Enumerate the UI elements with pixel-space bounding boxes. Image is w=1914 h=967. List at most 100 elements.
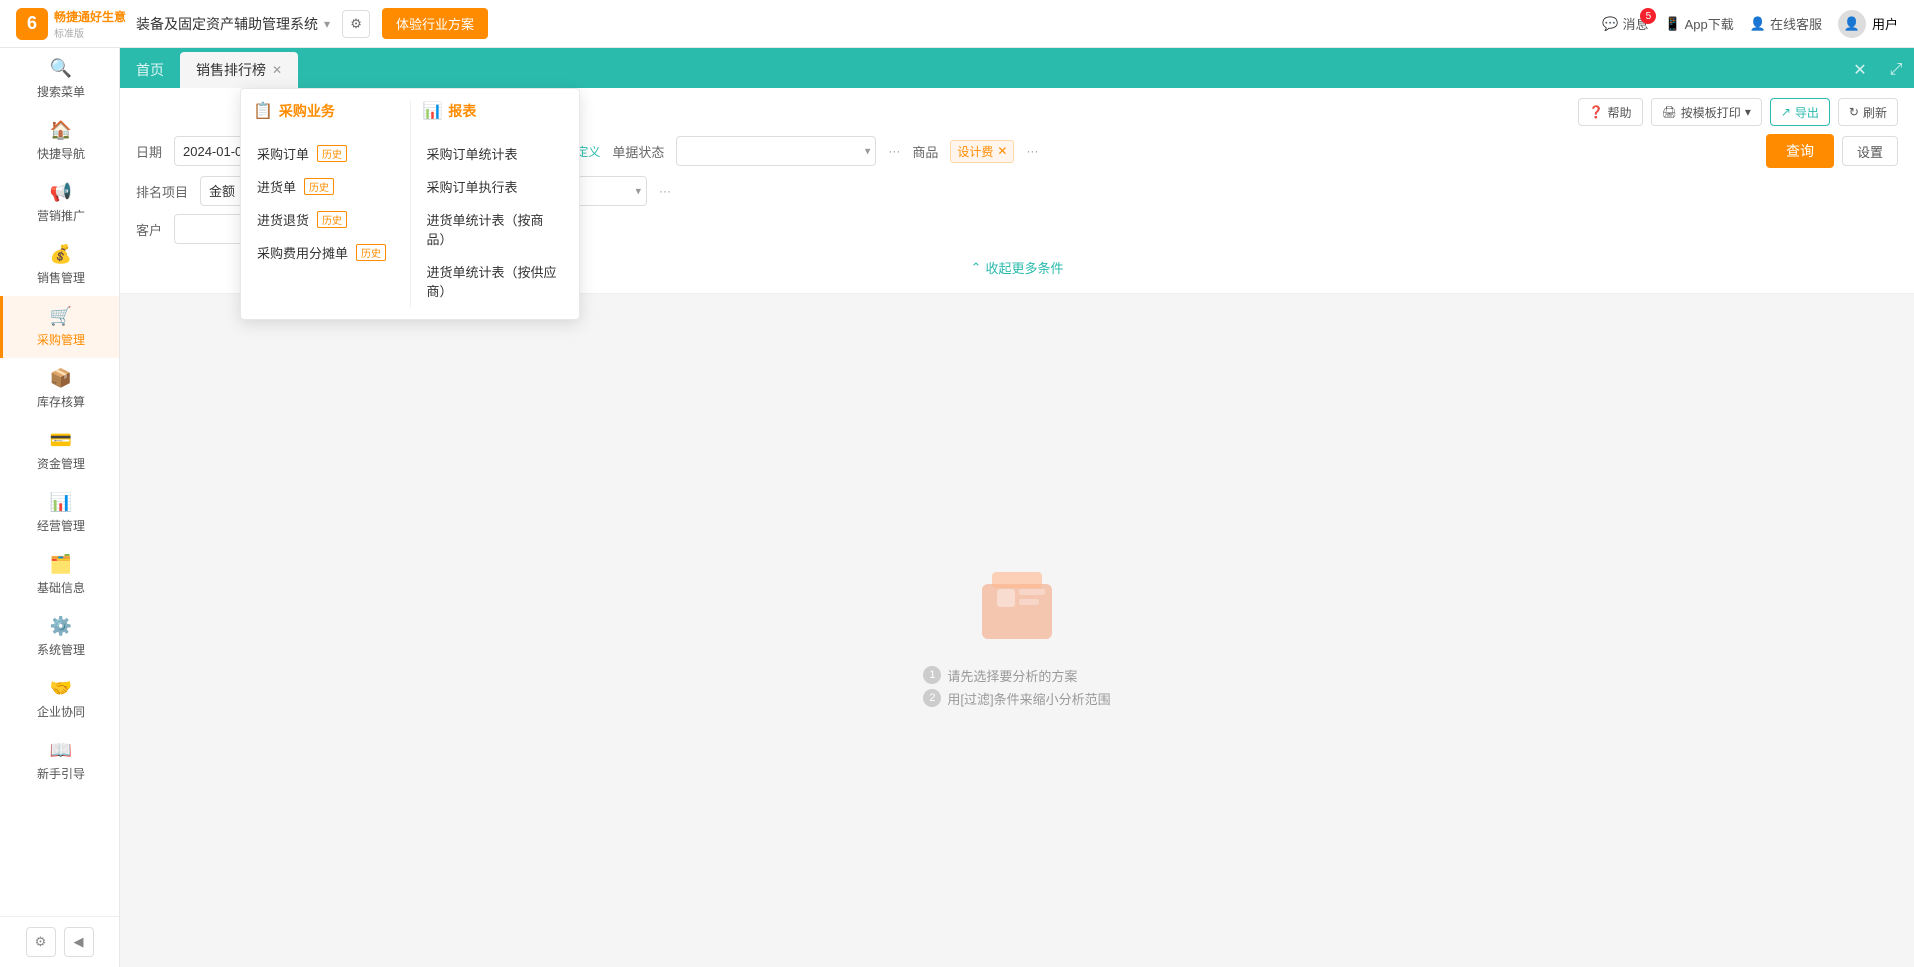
dropdown-report-col: 📊 报表 采购订单统计表 采购订单执行表 进货单统计表（按商品） 进货单统计表（… <box>410 101 580 307</box>
sidebar-item-stock[interactable]: 📦 库存核算 <box>0 358 119 420</box>
phone-icon: 📱 <box>1664 16 1680 32</box>
logo-area: 6 畅捷通好生意 标准版 <box>16 8 136 40</box>
hint-num-2: 2 <box>923 689 941 707</box>
promo-icon: 📢 <box>50 182 72 203</box>
sidebar-item-purchase[interactable]: 🛒 采购管理 <box>0 296 119 358</box>
rank-label: 排名项目 <box>136 182 188 201</box>
sidebar-item-promo[interactable]: 📢 营销推广 <box>0 172 119 234</box>
customer-label: 客户 <box>136 220 162 239</box>
collapse-sidebar-btn[interactable]: ◀ <box>64 927 94 957</box>
doc-status-select[interactable] <box>676 136 876 166</box>
message-badge: 5 <box>1640 8 1656 24</box>
guide-icon: 📖 <box>50 740 72 761</box>
menu-item-receipt-by-goods[interactable]: 进货单统计表（按商品） <box>423 203 568 255</box>
menu-item-order-stats[interactable]: 采购订单统计表 <box>423 137 568 170</box>
dropdown-overlay: 📋 采购业务 采购订单 历史 进货单 历史 进货退货 历史 <box>240 88 580 320</box>
empty-area: 1 请先选择要分析的方案 2 用[过滤]条件来缩小分析范围 <box>120 294 1914 967</box>
message-icon: 💬 <box>1602 16 1618 32</box>
set-button[interactable]: 设置 <box>1842 136 1898 166</box>
sidebar-item-nav[interactable]: 🏠 快捷导航 <box>0 110 119 172</box>
hint-item-2: 2 用[过滤]条件来缩小分析范围 <box>923 689 1110 708</box>
tab-sales-rank[interactable]: 销售排行榜 ✕ <box>180 52 298 88</box>
hist-badge: 历史 <box>356 244 386 261</box>
settings-button[interactable]: ⚙ <box>342 10 370 38</box>
date-label: 日期 <box>136 142 162 161</box>
sidebar-item-system[interactable]: ⚙️ 系统管理 <box>0 606 119 668</box>
hint-item-1: 1 请先选择要分析的方案 <box>923 666 1110 685</box>
help-button[interactable]: ❓ 帮助 <box>1578 98 1643 126</box>
search-icon: 🔍 <box>50 58 72 79</box>
menu-item-purchase-order[interactable]: 采购订单 历史 <box>253 137 398 170</box>
sales-icon: 💰 <box>50 244 72 265</box>
close-window-btn[interactable]: ✕ <box>1842 52 1878 88</box>
menu-item-purchase-expense[interactable]: 采购费用分摊单 历史 <box>253 236 398 269</box>
hist-badge: 历史 <box>317 145 347 162</box>
sidebar-item-guide[interactable]: 📖 新手引导 <box>0 730 119 792</box>
finance-icon: 💳 <box>50 430 72 451</box>
sidebar-item-finance[interactable]: 💳 资金管理 <box>0 420 119 482</box>
query-button[interactable]: 查询 <box>1766 134 1834 168</box>
goods-more[interactable]: ··· <box>1026 144 1038 158</box>
purchase-icon: 🛒 <box>50 306 72 327</box>
salesman-more[interactable]: ··· <box>659 184 671 198</box>
user-area[interactable]: 👤 用户 <box>1838 10 1898 38</box>
home-icon: 🏠 <box>50 120 72 141</box>
menu-item-receipt-by-supplier[interactable]: 进货单统计表（按供应商） <box>423 255 568 307</box>
doc-status-select-wrap <box>676 136 876 166</box>
print-button[interactable]: 🖨 按模板打印 ▾ <box>1651 98 1762 126</box>
refresh-button[interactable]: ↻ 刷新 <box>1838 98 1898 126</box>
menu-item-order-exec[interactable]: 采购订单执行表 <box>423 170 568 203</box>
dropdown-menu: 📋 采购业务 采购订单 历史 进货单 历史 进货退货 历史 <box>240 88 580 320</box>
tab-home[interactable]: 首页 <box>120 52 180 88</box>
online-service-button[interactable]: 👤 在线客服 <box>1750 14 1822 33</box>
purchase-col-header: 📋 采购业务 <box>253 101 398 127</box>
system-title: 装备及固定资产辅助管理系统 ▾ <box>136 14 330 34</box>
app-download-button[interactable]: 📱 App下载 <box>1664 14 1733 33</box>
header-right: 💬 消息 5 📱 App下载 👤 在线客服 👤 用户 <box>1602 10 1898 38</box>
top-header: 6 畅捷通好生意 标准版 装备及固定资产辅助管理系统 ▾ ⚙ 体验行业方案 💬 … <box>0 0 1914 48</box>
sidebar-item-ops[interactable]: 📊 经营管理 <box>0 482 119 544</box>
industry-btn[interactable]: 体验行业方案 <box>382 8 488 39</box>
sidebar-item-sales[interactable]: 💰 销售管理 <box>0 234 119 296</box>
doc-status-label: 单据状态 <box>612 142 664 161</box>
settings-bottom-btn[interactable]: ⚙ <box>26 927 56 957</box>
system-icon: ⚙️ <box>50 616 72 637</box>
coop-icon: 🤝 <box>50 678 72 699</box>
refresh-icon: ↻ <box>1849 105 1859 119</box>
sidebar-item-search[interactable]: 🔍 搜索菜单 <box>0 48 119 110</box>
stock-icon: 📦 <box>50 368 72 389</box>
dropdown-arrow-icon[interactable]: ▾ <box>324 17 330 31</box>
header-center: 装备及固定资产辅助管理系统 ▾ ⚙ 体验行业方案 <box>136 8 1602 39</box>
goods-label: 商品 <box>912 142 938 161</box>
maximize-window-btn[interactable]: ⤢ <box>1878 52 1914 88</box>
sidebar: 🔍 搜索菜单 🏠 快捷导航 📢 营销推广 💰 销售管理 🛒 采购管理 📦 库存核… <box>0 48 120 967</box>
logo-icon: 6 <box>16 8 48 40</box>
menu-item-goods-return[interactable]: 进货退货 历史 <box>253 203 398 236</box>
content-area: 首页 销售排行榜 ✕ ✕ ⤢ ❓ 帮助 🖨 <box>120 48 1914 967</box>
purchase-col-icon: 📋 <box>253 101 273 121</box>
print-icon: 🖨 <box>1662 105 1677 119</box>
export-button[interactable]: ↗ 导出 <box>1770 98 1830 126</box>
main-layout: 🔍 搜索菜单 🏠 快捷导航 📢 营销推广 💰 销售管理 🛒 采购管理 📦 库存核… <box>0 48 1914 967</box>
empty-hints: 1 请先选择要分析的方案 2 用[过滤]条件来缩小分析范围 <box>923 666 1110 708</box>
avatar: 👤 <box>1838 10 1866 38</box>
goods-tag-close-icon[interactable]: ✕ <box>997 144 1007 158</box>
dropdown-purchase-col: 📋 采购业务 采购订单 历史 进货单 历史 进货退货 历史 <box>241 101 410 307</box>
ops-icon: 📊 <box>50 492 72 513</box>
service-icon: 👤 <box>1750 16 1766 32</box>
help-icon: ❓ <box>1589 105 1604 119</box>
hist-badge: 历史 <box>317 211 347 228</box>
sidebar-item-base[interactable]: 🗂️ 基础信息 <box>0 544 119 606</box>
hist-badge: 历史 <box>304 178 334 195</box>
doc-status-more[interactable]: ··· <box>888 144 900 158</box>
hint-num-1: 1 <box>923 666 941 684</box>
message-button[interactable]: 💬 消息 5 <box>1602 14 1648 33</box>
collapse-icon: ⌃ <box>971 260 982 276</box>
menu-item-goods-receipt[interactable]: 进货单 历史 <box>253 170 398 203</box>
report-col-header: 📊 报表 <box>423 101 568 127</box>
tab-close-icon[interactable]: ✕ <box>272 63 282 77</box>
filter-actions-top: ❓ 帮助 🖨 按模板打印 ▾ ↗ 导出 ↻ 刷新 <box>1578 98 1898 126</box>
logo-text: 畅捷通好生意 标准版 <box>54 8 126 40</box>
print-arrow-icon: ▾ <box>1745 105 1751 119</box>
sidebar-item-coop[interactable]: 🤝 企业协同 <box>0 668 119 730</box>
